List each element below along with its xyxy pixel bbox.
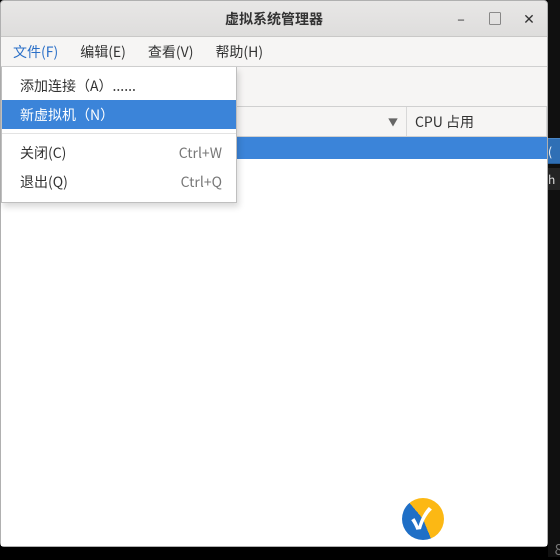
menubar: 文件(F) 编辑(E) 查看(V) 帮助(H) — [1, 37, 547, 67]
menu-item-add-connection[interactable]: 添加连接（A）...... — [2, 71, 236, 100]
menu-item-shortcut: Ctrl+W — [179, 143, 222, 163]
menu-edit[interactable]: 编辑(E) — [76, 38, 130, 66]
column-cpu-label: CPU 占用 — [415, 112, 474, 132]
menu-item-label: 新虚拟机（N） — [20, 105, 114, 125]
menu-view[interactable]: 查看(V) — [144, 38, 198, 66]
titlebar[interactable]: 虚拟系统管理器 – □ ✕ — [1, 1, 547, 37]
watermark: ✓ 创新互联 CDCXHL.COM — [402, 496, 546, 541]
background-fragment-1: ( — [548, 138, 560, 164]
menu-item-shortcut: Ctrl+Q — [181, 172, 222, 192]
close-button[interactable]: ✕ — [517, 7, 541, 31]
file-menu: 添加连接（A）...... 新虚拟机（N） 关闭(C) Ctrl+W 退出(Q)… — [1, 67, 237, 203]
menu-help[interactable]: 帮助(H) — [211, 38, 267, 66]
watermark-logo-icon: ✓ — [402, 498, 444, 540]
sort-indicator-icon: ▼ — [388, 114, 398, 129]
menu-item-label: 退出(Q) — [20, 172, 68, 192]
menu-item-close[interactable]: 关闭(C) Ctrl+W — [2, 138, 236, 167]
watermark-text-en: CDCXHL.COM — [454, 528, 546, 541]
minimize-button[interactable]: – — [449, 7, 473, 31]
watermark-text-cn: 创新互联 — [454, 496, 546, 528]
menu-item-label: 添加连接（A）...... — [20, 76, 136, 96]
app-window: 虚拟系统管理器 – □ ✕ 文件(F) 编辑(E) 查看(V) 帮助(H) ▼ … — [0, 0, 548, 547]
menu-file[interactable]: 文件(F) — [9, 38, 62, 66]
menu-item-label: 关闭(C) — [20, 143, 66, 163]
check-icon: ✓ — [411, 498, 433, 538]
menu-item-new-vm[interactable]: 新虚拟机（N） — [2, 100, 236, 129]
window-controls: – □ ✕ — [449, 7, 541, 31]
window-title: 虚拟系统管理器 — [225, 9, 323, 29]
column-cpu[interactable]: CPU 占用 — [407, 107, 547, 136]
background-fragment-2: h — [548, 168, 560, 190]
maximize-button[interactable]: □ — [483, 7, 507, 31]
menu-separator — [2, 133, 236, 134]
menu-item-quit[interactable]: 退出(Q) Ctrl+Q — [2, 167, 236, 196]
